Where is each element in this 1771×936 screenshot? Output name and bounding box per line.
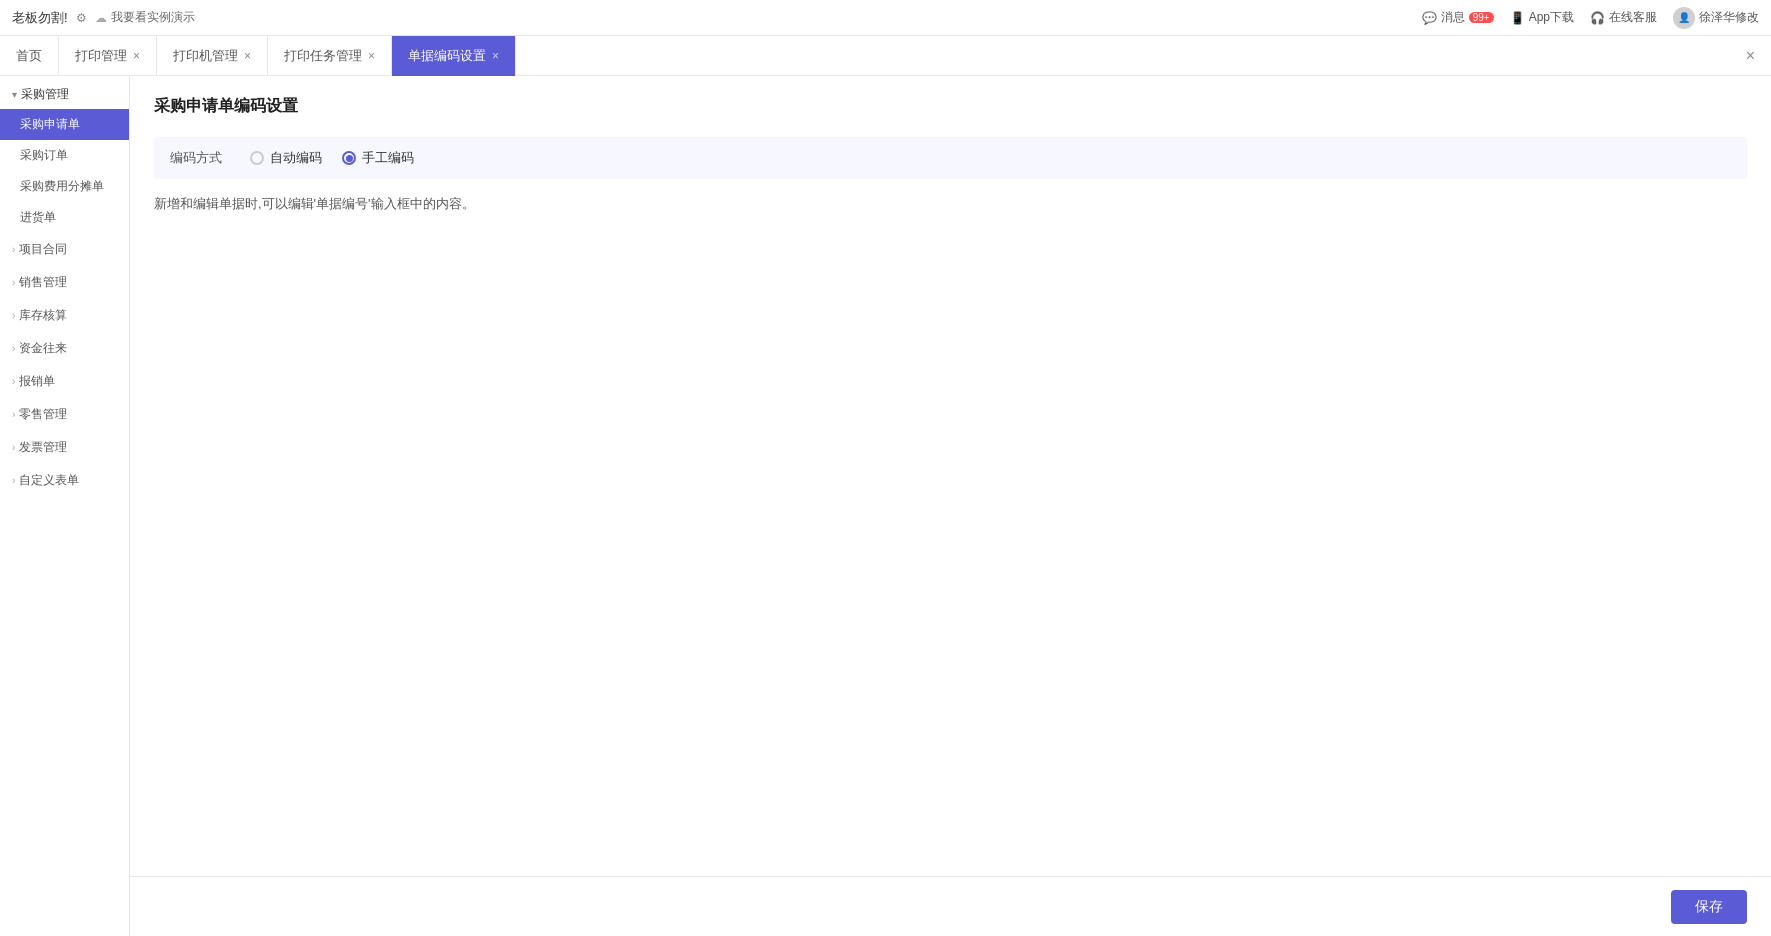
sidebar-purchase-request-label: 采购申请单	[20, 117, 80, 131]
sidebar-item-custom-forms[interactable]: › 自定义表单	[0, 464, 129, 497]
tab-print-task-mgmt[interactable]: 打印任务管理 ×	[268, 36, 392, 76]
manual-encoding-radio[interactable]: 手工编码	[342, 149, 414, 167]
purchase-arrow-icon: ▾	[12, 89, 17, 100]
finance-arrow-icon: ›	[12, 343, 15, 354]
sidebar-item-stock-in[interactable]: 进货单	[0, 202, 129, 233]
sidebar-custom-forms-label: 自定义表单	[19, 472, 79, 489]
tab-barcode-settings[interactable]: 单据编码设置 ×	[392, 36, 516, 76]
tab-home[interactable]: 首页	[0, 36, 59, 76]
manual-encoding-label: 手工编码	[362, 149, 414, 167]
sidebar-section-purchase-header[interactable]: ▾ 采购管理	[0, 76, 129, 109]
messages-button[interactable]: 💬 消息 99+	[1422, 9, 1494, 26]
tab-bar-close-all[interactable]: ×	[1730, 47, 1771, 65]
phone-icon: 📱	[1510, 11, 1525, 25]
user-avatar: 👤	[1673, 7, 1695, 29]
content-main: 采购申请单编码设置 编码方式 自动编码 手工编码	[130, 76, 1771, 876]
auto-encoding-circle	[250, 151, 264, 165]
app-download-label: App下载	[1529, 9, 1574, 26]
sales-mgmt-arrow-icon: ›	[12, 277, 15, 288]
tab-bar: 首页 打印管理 × 打印机管理 × 打印任务管理 × 单据编码设置 × ×	[0, 36, 1771, 76]
sidebar: ▾ 采购管理 采购申请单 采购订单 采购费用分摊单 进货单 › 项目合同 › 销…	[0, 76, 130, 936]
custom-forms-arrow-icon: ›	[12, 475, 15, 486]
tab-print-task-mgmt-label: 打印任务管理	[284, 47, 362, 65]
tab-print-mgmt[interactable]: 打印管理 ×	[59, 36, 157, 76]
encoding-form: 编码方式 自动编码 手工编码 新增和编辑单据时,可以编辑'单据编号'输入框中的内…	[154, 137, 1747, 213]
inventory-arrow-icon: ›	[12, 310, 15, 321]
retail-mgmt-arrow-icon: ›	[12, 409, 15, 420]
auto-encoding-label: 自动编码	[270, 149, 322, 167]
app-logo: 老板勿割!	[12, 9, 68, 27]
cloud-icon: ☁	[95, 11, 107, 25]
sidebar-invoice-mgmt-label: 发票管理	[19, 439, 67, 456]
sidebar-item-purchase-expense[interactable]: 采购费用分摊单	[0, 171, 129, 202]
sidebar-item-inventory[interactable]: › 库存核算	[0, 299, 129, 332]
tab-print-mgmt-close[interactable]: ×	[133, 49, 140, 63]
user-name: 徐泽华修改	[1699, 9, 1759, 26]
bottom-bar: 保存	[130, 876, 1771, 936]
message-icon: 💬	[1422, 11, 1437, 25]
sidebar-item-purchase-request[interactable]: 采购申请单	[0, 109, 129, 140]
sidebar-purchase-expense-label: 采购费用分摊单	[20, 179, 104, 193]
sidebar-item-project-contract[interactable]: › 项目合同	[0, 233, 129, 266]
sidebar-finance-label: 资金往来	[19, 340, 67, 357]
encoding-label: 编码方式	[170, 149, 230, 167]
tab-printer-mgmt-close[interactable]: ×	[244, 49, 251, 63]
auto-encoding-radio[interactable]: 自动编码	[250, 149, 322, 167]
sidebar-item-finance[interactable]: › 资金往来	[0, 332, 129, 365]
app-download-button[interactable]: 📱 App下载	[1510, 9, 1574, 26]
demo-text[interactable]: 我要看实例演示	[111, 9, 195, 26]
tab-printer-mgmt-label: 打印机管理	[173, 47, 238, 65]
sidebar-item-returns[interactable]: › 报销单	[0, 365, 129, 398]
demo-link[interactable]: ☁ 我要看实例演示	[95, 9, 195, 26]
sidebar-item-invoice-mgmt[interactable]: › 发票管理	[0, 431, 129, 464]
sidebar-returns-label: 报销单	[19, 373, 55, 390]
sidebar-project-contract-label: 项目合同	[19, 241, 67, 258]
returns-arrow-icon: ›	[12, 376, 15, 387]
messages-label: 消息	[1441, 9, 1465, 26]
tab-home-label: 首页	[16, 47, 42, 65]
save-button[interactable]: 保存	[1671, 890, 1747, 924]
tab-barcode-settings-close[interactable]: ×	[492, 49, 499, 63]
top-bar-right: 💬 消息 99+ 📱 App下载 🎧 在线客服 👤 徐泽华修改	[1422, 7, 1759, 29]
sidebar-item-retail-mgmt[interactable]: › 零售管理	[0, 398, 129, 431]
settings-icon[interactable]: ⚙	[76, 11, 87, 25]
online-service-button[interactable]: 🎧 在线客服	[1590, 9, 1657, 26]
invoice-mgmt-arrow-icon: ›	[12, 442, 15, 453]
manual-encoding-circle	[342, 151, 356, 165]
online-service-label: 在线客服	[1609, 9, 1657, 26]
encoding-row: 编码方式 自动编码 手工编码	[154, 137, 1747, 179]
sidebar-item-purchase-order[interactable]: 采购订单	[0, 140, 129, 171]
top-bar: 老板勿割! ⚙ ☁ 我要看实例演示 💬 消息 99+ 📱 App下载 🎧 在线客…	[0, 0, 1771, 36]
sidebar-sales-mgmt-label: 销售管理	[19, 274, 67, 291]
messages-badge: 99+	[1469, 12, 1494, 23]
encoding-hint: 新增和编辑单据时,可以编辑'单据编号'输入框中的内容。	[154, 195, 1747, 213]
headset-icon: 🎧	[1590, 11, 1605, 25]
tab-print-task-mgmt-close[interactable]: ×	[368, 49, 375, 63]
tab-barcode-settings-label: 单据编码设置	[408, 47, 486, 65]
sidebar-stock-in-label: 进货单	[20, 210, 56, 224]
content-area: 采购申请单编码设置 编码方式 自动编码 手工编码	[130, 76, 1771, 936]
main-layout: ▾ 采购管理 采购申请单 采购订单 采购费用分摊单 进货单 › 项目合同 › 销…	[0, 76, 1771, 936]
sidebar-inventory-label: 库存核算	[19, 307, 67, 324]
sidebar-item-sales-mgmt[interactable]: › 销售管理	[0, 266, 129, 299]
tab-printer-mgmt[interactable]: 打印机管理 ×	[157, 36, 268, 76]
page-title: 采购申请单编码设置	[154, 96, 1747, 117]
user-menu[interactable]: 👤 徐泽华修改	[1673, 7, 1759, 29]
sidebar-purchase-order-label: 采购订单	[20, 148, 68, 162]
sidebar-retail-mgmt-label: 零售管理	[19, 406, 67, 423]
tab-print-mgmt-label: 打印管理	[75, 47, 127, 65]
sidebar-purchase-label: 采购管理	[21, 86, 69, 103]
project-contract-arrow-icon: ›	[12, 244, 15, 255]
top-bar-left: 老板勿割! ⚙ ☁ 我要看实例演示	[12, 9, 195, 27]
encoding-radio-group: 自动编码 手工编码	[250, 149, 414, 167]
sidebar-section-purchase: ▾ 采购管理 采购申请单 采购订单 采购费用分摊单 进货单	[0, 76, 129, 233]
